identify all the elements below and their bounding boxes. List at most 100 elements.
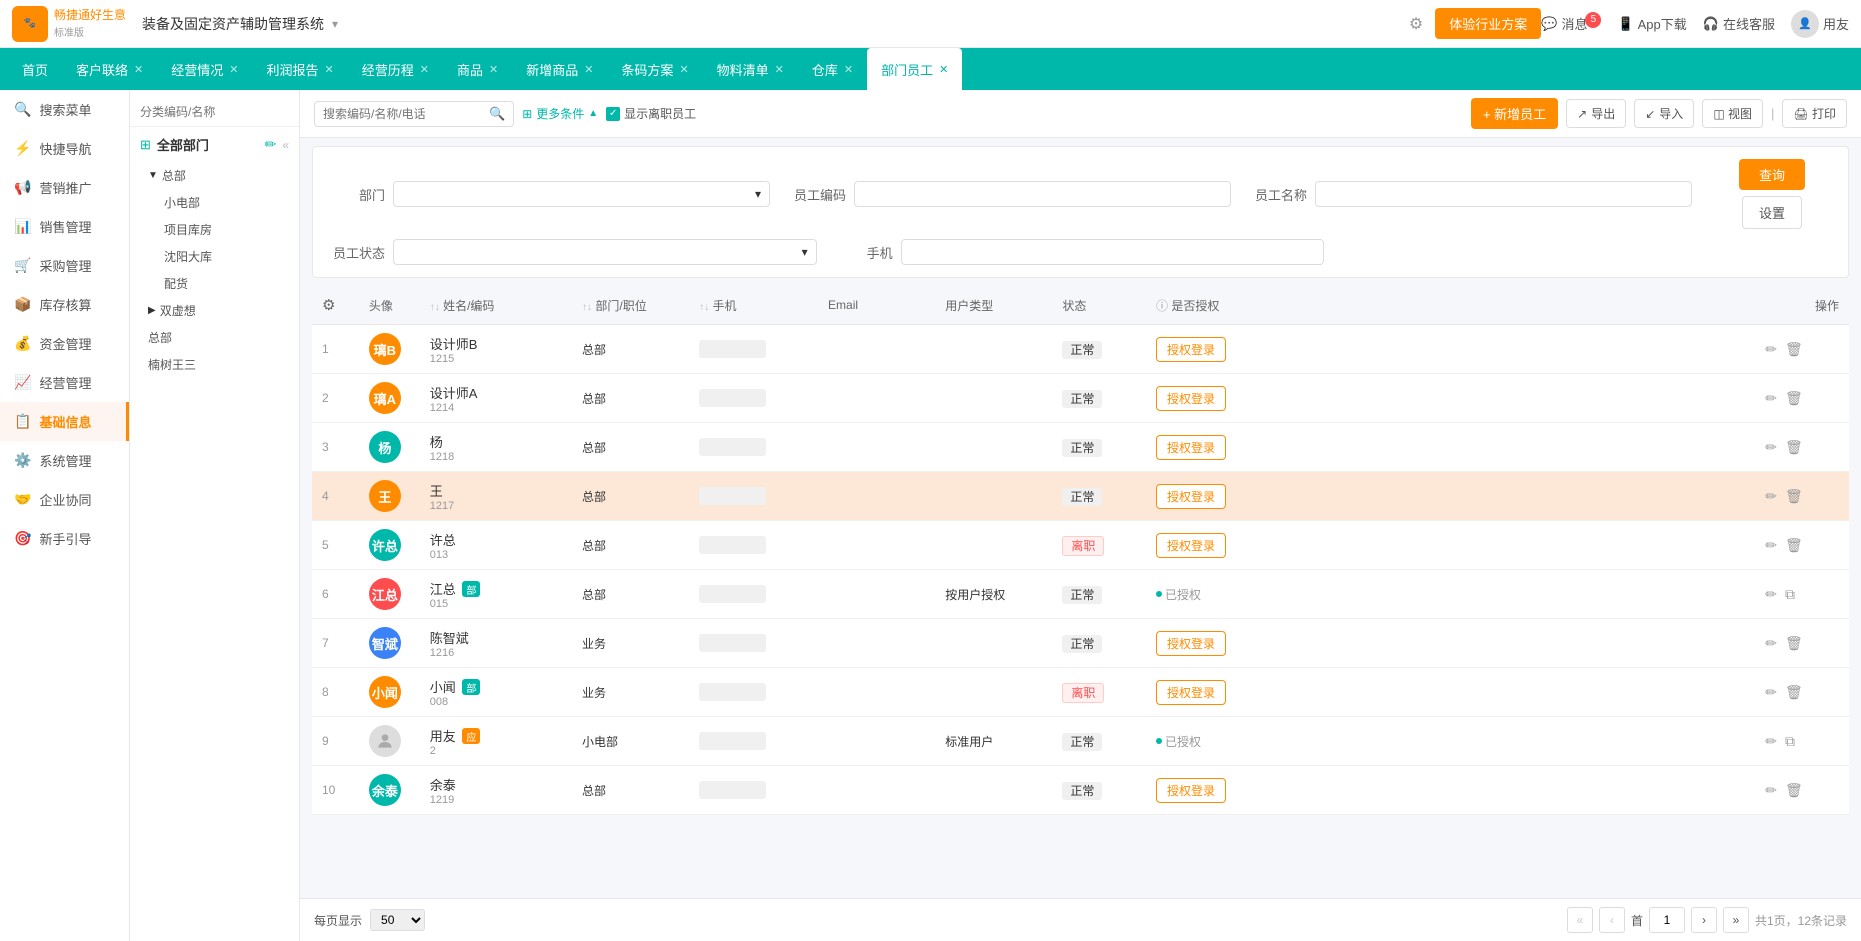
page-number-input[interactable] <box>1649 907 1685 933</box>
col-name-header[interactable]: ↑↓ 姓名/编码 <box>420 286 572 325</box>
sys-dropdown-icon[interactable]: ▾ <box>332 17 338 31</box>
show-resigned-checkbox[interactable]: ✓ <box>606 107 620 121</box>
dept-node-shenyang[interactable]: 沈阳大库 <box>148 243 299 270</box>
delete-icon[interactable]: 🗑 <box>1785 488 1803 505</box>
sidebar-item-quicknav[interactable]: ⚡ 快捷导航 <box>0 129 129 168</box>
delete-icon[interactable]: 🗑 <box>1785 439 1803 456</box>
tab-warehouse[interactable]: 仓库 ✕ <box>798 48 867 90</box>
sidebar-item-basic-info[interactable]: 📋 基础信息 <box>0 402 129 441</box>
sidebar-item-search[interactable]: 🔍 搜索菜单 <box>0 90 129 129</box>
view-button[interactable]: ◫ 视图 <box>1702 99 1763 128</box>
col-phone-header[interactable]: ↑↓ 手机 <box>689 286 818 325</box>
edit-icon[interactable]: ✏ <box>1765 488 1777 505</box>
auth-btn[interactable]: 授权登录 <box>1156 386 1226 411</box>
service-button[interactable]: 🎧 在线客服 <box>1703 14 1775 33</box>
auth-btn[interactable]: 授权登录 <box>1156 484 1226 509</box>
delete-icon[interactable]: 🗑 <box>1785 684 1803 701</box>
filter-status-select[interactable]: ▾ <box>393 239 817 265</box>
dept-collapse-btn[interactable]: « <box>282 138 289 152</box>
search-input[interactable] <box>323 107 483 121</box>
tab-dept-staff-close[interactable]: ✕ <box>939 63 948 76</box>
more-filter-btn[interactable]: ⊞ 更多条件 ▲ <box>522 105 598 122</box>
dept-node-shuangxu[interactable]: ▶ 双虚想 <box>140 297 299 324</box>
app-download-button[interactable]: 📱 App下载 <box>1617 14 1686 33</box>
message-button[interactable]: 💬 消息 5 <box>1541 14 1601 33</box>
import-button[interactable]: ↙ 导入 <box>1634 99 1694 128</box>
tab-history-close[interactable]: ✕ <box>420 63 429 76</box>
settings-icon[interactable]: ⚙ <box>322 297 335 314</box>
tab-profit-close[interactable]: ✕ <box>325 63 334 76</box>
gear-button[interactable]: ⚙ <box>1409 14 1423 34</box>
dept-search-input[interactable] <box>140 105 295 119</box>
tab-goods[interactable]: 商品 ✕ <box>443 48 512 90</box>
tab-operations-close[interactable]: ✕ <box>229 63 238 76</box>
auth-btn[interactable]: 授权登录 <box>1156 631 1226 656</box>
user-menu[interactable]: 👤 用友 <box>1791 10 1849 38</box>
dept-node-nanshuwang[interactable]: 楠树王三 <box>140 351 299 378</box>
add-employee-button[interactable]: + 新增员工 <box>1471 98 1558 129</box>
copy-icon[interactable]: ⧉ <box>1785 733 1795 750</box>
dept-node-zongbu[interactable]: 总部 <box>140 324 299 351</box>
edit-icon[interactable]: ✏ <box>1765 439 1777 456</box>
auth-btn[interactable]: 授权登录 <box>1156 435 1226 460</box>
copy-icon[interactable]: ⧉ <box>1785 586 1795 603</box>
filter-phone-input[interactable] <box>901 239 1325 265</box>
print-button[interactable]: 🖨 打印 <box>1782 99 1847 128</box>
tab-history[interactable]: 经营历程 ✕ <box>348 48 443 90</box>
delete-icon[interactable]: 🗑 <box>1785 537 1803 554</box>
dept-node-projectroom[interactable]: 项目库房 <box>148 216 299 243</box>
auth-btn[interactable]: 授权登录 <box>1156 778 1226 803</box>
tab-operations[interactable]: 经营情况 ✕ <box>157 48 252 90</box>
set-button[interactable]: 设置 <box>1742 196 1802 229</box>
edit-icon[interactable]: ✏ <box>1765 390 1777 407</box>
last-page-btn[interactable]: » <box>1723 907 1749 933</box>
filter-emp-code-input[interactable] <box>854 181 1231 207</box>
sidebar-item-inventory[interactable]: 📦 库存核算 <box>0 285 129 324</box>
tab-home[interactable]: 首页 <box>8 48 62 90</box>
dept-node-smallelec[interactable]: 小电部 <box>148 189 299 216</box>
delete-icon[interactable]: 🗑 <box>1785 390 1803 407</box>
auth-btn[interactable]: 授权登录 <box>1156 680 1226 705</box>
first-page-btn[interactable]: « <box>1567 907 1593 933</box>
tab-barcode[interactable]: 条码方案 ✕ <box>607 48 702 90</box>
tab-bom[interactable]: 物料清单 ✕ <box>703 48 798 90</box>
export-button[interactable]: ↗ 导出 <box>1566 99 1626 128</box>
query-button[interactable]: 查询 <box>1739 159 1805 190</box>
page-size-select[interactable]: 50 100 200 <box>370 909 425 931</box>
delete-icon[interactable]: 🗑 <box>1785 341 1803 358</box>
dept-header[interactable]: ⊞ 全部部门 ✏ « <box>130 127 299 162</box>
delete-icon[interactable]: 🗑 <box>1785 635 1803 652</box>
col-dept-header[interactable]: ↑↓ 部门/职位 <box>572 286 689 325</box>
delete-icon[interactable]: 🗑 <box>1785 782 1803 799</box>
sidebar-item-operations[interactable]: 📈 经营管理 <box>0 363 129 402</box>
tab-profit[interactable]: 利润报告 ✕ <box>252 48 347 90</box>
sidebar-item-collab[interactable]: 🤝 企业协同 <box>0 480 129 519</box>
edit-icon[interactable]: ✏ <box>1765 341 1777 358</box>
dept-edit-icon[interactable]: ✏ <box>265 136 277 153</box>
tab-customer[interactable]: 客户联络 ✕ <box>62 48 157 90</box>
edit-icon[interactable]: ✏ <box>1765 782 1777 799</box>
tab-warehouse-close[interactable]: ✕ <box>844 63 853 76</box>
tab-add-goods[interactable]: 新增商品 ✕ <box>512 48 607 90</box>
tab-add-goods-close[interactable]: ✕ <box>584 63 593 76</box>
sidebar-item-finance[interactable]: 💰 资金管理 <box>0 324 129 363</box>
filter-emp-name-input[interactable] <box>1315 181 1692 207</box>
sidebar-item-system[interactable]: ⚙️ 系统管理 <box>0 441 129 480</box>
sidebar-item-guide[interactable]: 🎯 新手引导 <box>0 519 129 558</box>
sidebar-item-marketing[interactable]: 📢 营销推广 <box>0 168 129 207</box>
sidebar-item-sales[interactable]: 📊 销售管理 <box>0 207 129 246</box>
tab-dept-staff[interactable]: 部门员工 ✕ <box>867 48 962 90</box>
prev-page-btn[interactable]: ‹ <box>1599 907 1625 933</box>
edit-icon[interactable]: ✏ <box>1765 586 1777 603</box>
filter-dept-select[interactable]: ▾ <box>393 181 770 207</box>
search-icon[interactable]: 🔍 <box>489 106 505 122</box>
auth-btn[interactable]: 授权登录 <box>1156 337 1226 362</box>
sidebar-item-purchase[interactable]: 🛒 采购管理 <box>0 246 129 285</box>
dept-node-general[interactable]: ▼ 总部 <box>140 162 299 189</box>
auth-btn[interactable]: 授权登录 <box>1156 533 1226 558</box>
edit-icon[interactable]: ✏ <box>1765 684 1777 701</box>
next-page-btn[interactable]: › <box>1691 907 1717 933</box>
tab-customer-close[interactable]: ✕ <box>134 63 143 76</box>
trial-button[interactable]: 体验行业方案 <box>1435 8 1541 39</box>
dept-node-distribution[interactable]: 配货 <box>148 270 299 297</box>
